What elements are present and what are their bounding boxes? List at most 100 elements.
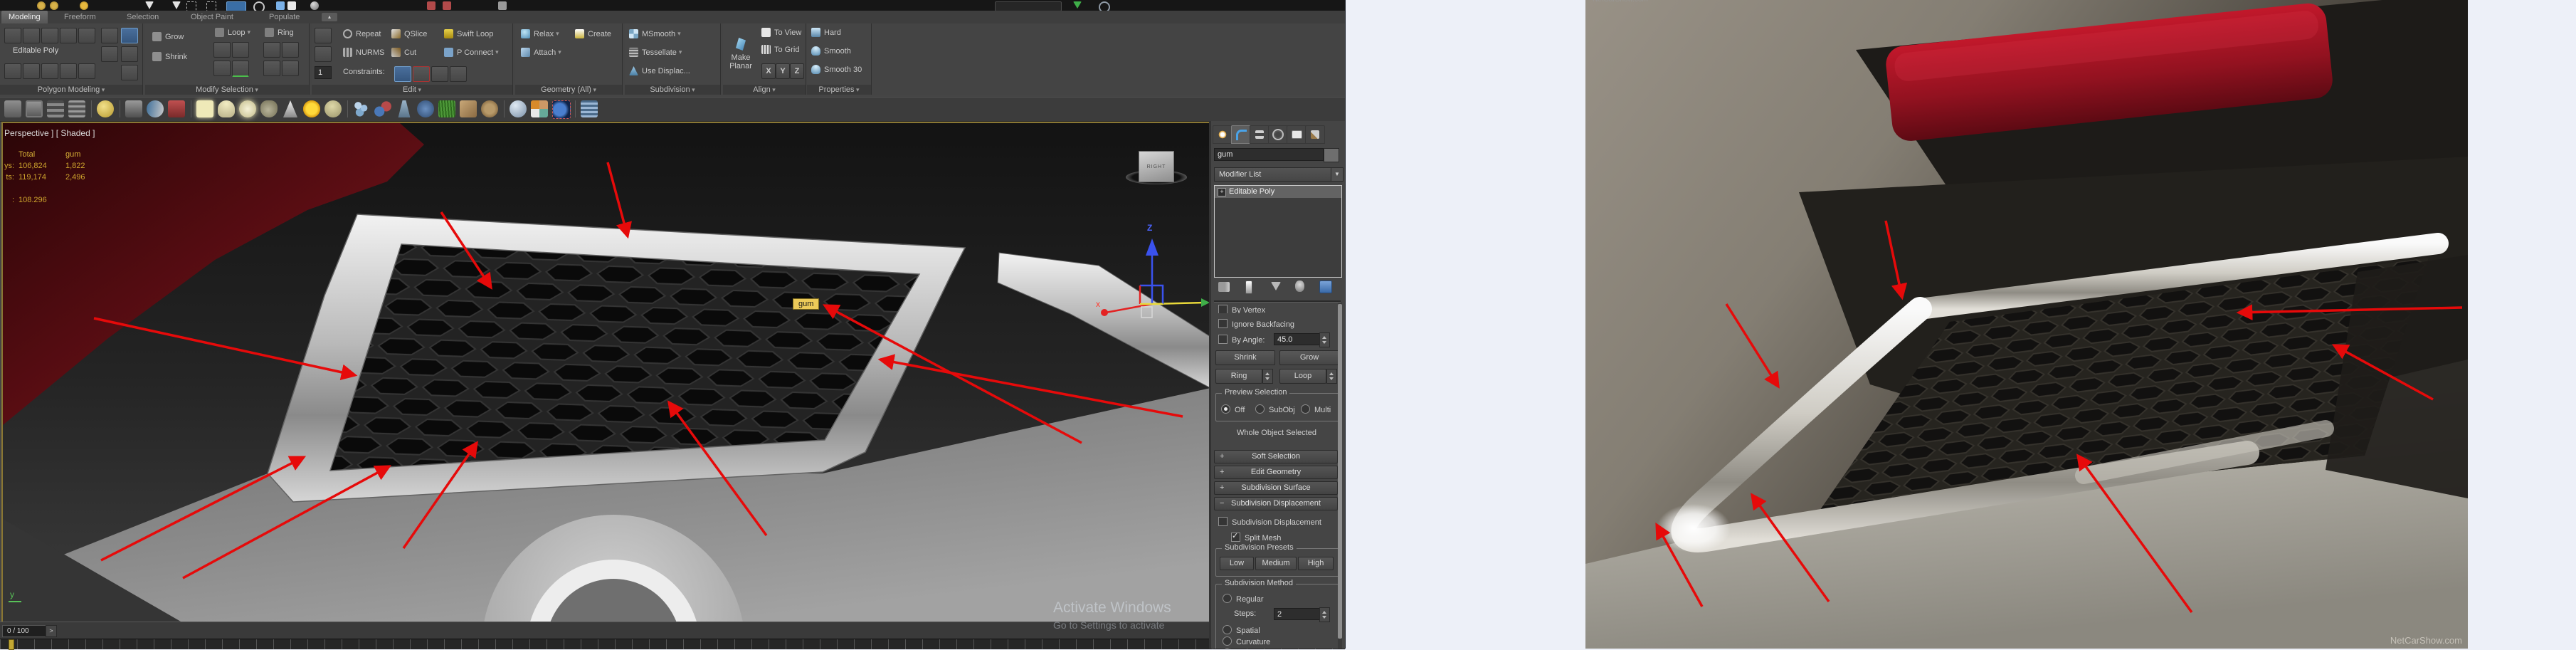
constraint-none-icon[interactable] (394, 66, 411, 82)
make-unique-icon[interactable] (1271, 282, 1281, 300)
align-y-button[interactable]: Y (776, 63, 790, 79)
tower-icon[interactable] (398, 100, 411, 117)
edit-value-field[interactable]: 1 (315, 66, 332, 79)
particles-icon[interactable] (353, 100, 370, 117)
rollout-edit-geometry[interactable]: Edit Geometry (1214, 466, 1338, 479)
track-bar[interactable] (0, 639, 1345, 649)
next-modifier-icon[interactable] (101, 46, 118, 62)
cut-button[interactable]: Cut (391, 48, 416, 57)
loop-button[interactable]: Loop (1279, 369, 1326, 384)
vertex-mode-icon[interactable] (4, 28, 21, 43)
molecule-icon[interactable] (374, 100, 391, 117)
element-mode-icon[interactable] (78, 28, 95, 43)
layer-b-icon[interactable] (287, 1, 296, 10)
loop-spinner[interactable] (1326, 369, 1337, 384)
preset-high-button[interactable]: High (1298, 557, 1334, 570)
loop-shift1-icon[interactable] (213, 61, 231, 76)
pin-stack-icon[interactable] (121, 46, 138, 62)
sphere-light-icon[interactable] (239, 100, 256, 117)
snap-toggle-icon[interactable] (427, 1, 436, 10)
viewport-label[interactable]: Perspective ] [ Shaded ] (4, 128, 95, 138)
pm-tool1-icon[interactable] (4, 63, 21, 79)
ring-grow-icon[interactable] (263, 42, 280, 58)
motion-tab[interactable] (1268, 125, 1288, 144)
attach-button[interactable]: Attach (521, 48, 561, 57)
group-label[interactable]: Align (723, 85, 806, 95)
edit-dropdown-icon[interactable] (315, 28, 332, 43)
hard-button[interactable]: Hard (811, 28, 841, 37)
camera-icon[interactable] (125, 100, 142, 117)
pm-tool4-icon[interactable] (60, 63, 77, 79)
steps-spinner[interactable] (1319, 607, 1330, 622)
select-object-icon[interactable] (552, 100, 571, 119)
swift-loop-button[interactable]: Swift Loop (444, 29, 493, 38)
smooth-30-button[interactable]: Smooth 30 (811, 65, 862, 74)
ring-button[interactable]: Ring (1215, 369, 1262, 384)
steps-value-field[interactable]: 2 (1274, 608, 1322, 620)
region-crossing-icon[interactable] (206, 1, 216, 11)
object-color-swatch[interactable] (1324, 148, 1339, 162)
loop-shift2-icon[interactable] (232, 61, 249, 77)
tessellate-button[interactable]: Tessellate (629, 48, 682, 57)
preset-medium-button[interactable]: Medium (1255, 557, 1297, 570)
viewport-perspective[interactable]: Perspective ] [ Shaded ] Total gum ys: 106… (1, 122, 1211, 623)
by-angle-checkbox[interactable]: By Angle: (1218, 335, 1265, 345)
shrink-button[interactable]: Shrink (1215, 350, 1275, 365)
window-panel-icon[interactable] (4, 100, 21, 117)
isolate-icon[interactable] (1073, 1, 1082, 9)
loop-button[interactable]: Loop (215, 28, 250, 37)
nurms-button[interactable]: NURMS (343, 48, 384, 57)
loop-shrink-icon[interactable] (232, 42, 249, 58)
help-icon[interactable] (1099, 1, 1110, 11)
stereo-camera-icon[interactable] (168, 100, 185, 117)
show-end-result-icon[interactable] (121, 28, 138, 43)
spiky-ball-icon[interactable] (417, 100, 434, 117)
display-tab[interactable] (1287, 125, 1307, 144)
grass-icon[interactable] (438, 100, 455, 117)
align-z-button[interactable]: Z (790, 63, 804, 79)
tab-object-paint[interactable]: Object Paint (184, 11, 241, 23)
sun-icon[interactable] (303, 100, 320, 117)
rollout-soft-selection[interactable]: Soft Selection (1214, 450, 1338, 463)
palette-grid-icon[interactable] (531, 100, 548, 117)
teapot-icon[interactable] (260, 100, 278, 117)
redo-icon[interactable] (50, 1, 58, 10)
make-planar-button[interactable]: Make Planar (726, 29, 756, 79)
render-settings-icon[interactable] (68, 100, 85, 117)
angle-value-field[interactable]: 45.0 (1274, 333, 1322, 345)
qslice-button[interactable]: QSlice (391, 29, 427, 38)
create-tab[interactable] (1213, 125, 1232, 144)
ring-shift2-icon[interactable] (282, 61, 299, 76)
material-editor-icon[interactable] (26, 100, 43, 117)
to-view-button[interactable]: To View (761, 28, 801, 37)
area-light-icon[interactable] (196, 100, 213, 117)
viewcube[interactable]: RIGHT (1139, 151, 1174, 182)
shrink-button[interactable]: Shrink (152, 52, 187, 61)
angle-spinner[interactable] (1319, 332, 1330, 347)
preview-multi-radio[interactable]: Multi (1301, 404, 1331, 414)
configure-modifier-sets-icon[interactable] (1319, 281, 1332, 293)
smooth-button[interactable]: Smooth (811, 46, 851, 56)
select-cursor-icon[interactable] (145, 1, 154, 9)
group-label[interactable]: Polygon Modeling (0, 85, 142, 95)
region-rect-icon[interactable] (186, 1, 196, 11)
tab-populate[interactable]: Populate (262, 11, 307, 23)
tab-modeling[interactable]: Modeling (1, 11, 48, 23)
group-label[interactable]: Modify Selection (145, 85, 309, 95)
split-mesh-checkbox[interactable]: Split Mesh (1231, 531, 1281, 542)
rollout-subdivision-surface[interactable]: Subdivision Surface (1214, 481, 1338, 495)
pin-stack-icon[interactable] (1218, 282, 1230, 292)
spotlight-icon[interactable] (147, 100, 164, 117)
ignore-backfacing-checkbox[interactable]: Ignore Backfacing (1218, 319, 1294, 329)
align-x-button[interactable]: X (761, 63, 776, 79)
ring-button[interactable]: Ring (265, 28, 294, 37)
modifier-stack[interactable]: + Editable Poly (1214, 185, 1342, 278)
stack-item-editable-poly[interactable]: + Editable Poly (1215, 186, 1341, 198)
collapse-stack-icon[interactable] (121, 65, 138, 80)
panel-scrollbar[interactable] (1338, 303, 1342, 649)
mirror-icon[interactable] (498, 1, 507, 10)
curvature-radio[interactable]: Curvature (1223, 636, 1270, 646)
ring-spinner[interactable] (1262, 369, 1273, 384)
object-name-field[interactable]: gum (1214, 148, 1324, 161)
polygon-mode-icon[interactable] (60, 28, 77, 43)
